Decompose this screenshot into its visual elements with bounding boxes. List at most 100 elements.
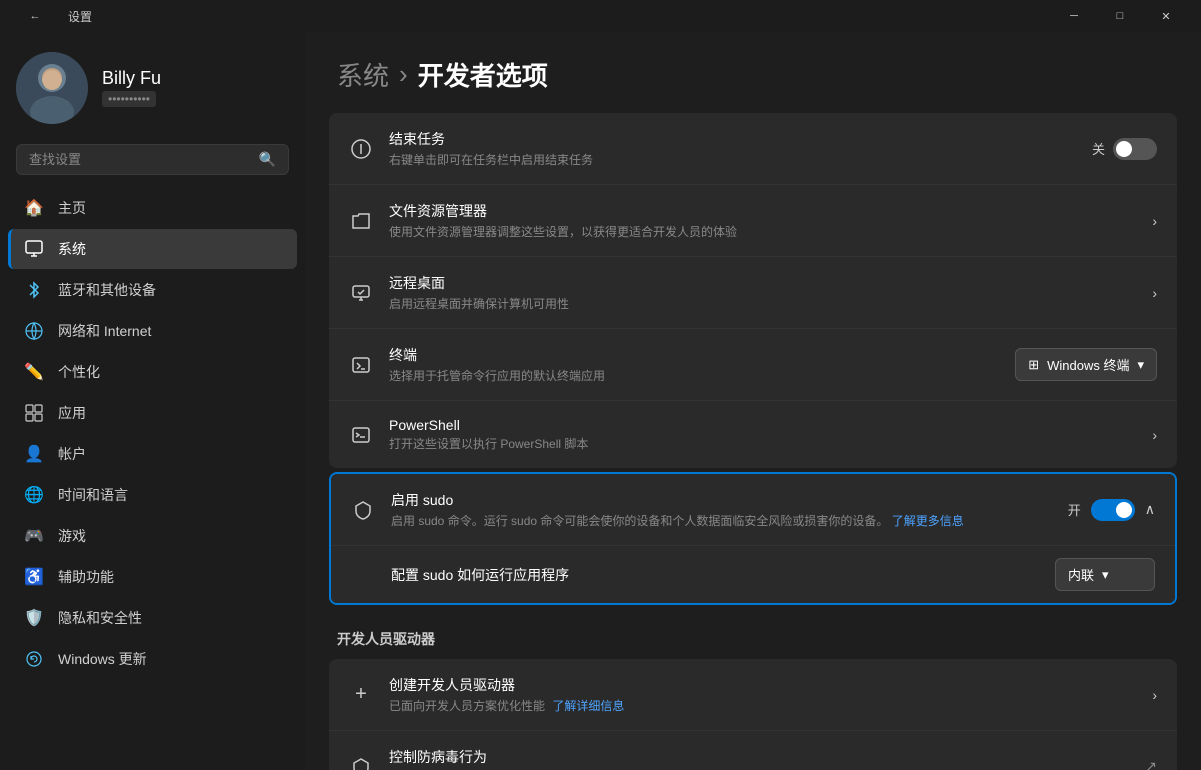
create-dev-drive-row[interactable]: + 创建开发人员驱动器 已面向开发人员方案优化性能 了解详细信息 › <box>329 659 1177 731</box>
end-task-row[interactable]: 结束任务 右键单击即可在任务栏中启用结束任务 关 <box>329 113 1177 185</box>
terminal-row[interactable]: 终端 选择用于托管命令行应用的默认终端应用 ⊞ Windows 终端 ▾ <box>329 329 1177 401</box>
sidebar-item-label: 时间和语言 <box>58 485 128 505</box>
end-task-title: 结束任务 <box>389 129 1076 149</box>
antivirus-row[interactable]: 控制防病毒行为 控制所有受信任开发者驱动器上的 Microsoft Defend… <box>329 731 1177 770</box>
sidebar-item-personalization[interactable]: ✏️ 个性化 <box>8 352 297 392</box>
search-input[interactable] <box>29 152 251 167</box>
apps-icon <box>24 403 44 423</box>
back-button[interactable]: ← <box>12 0 58 32</box>
sidebar-item-label: 蓝牙和其他设备 <box>58 280 156 300</box>
remote-desktop-subtitle: 启用远程桌面并确保计算机可用性 <box>389 295 1136 312</box>
time-icon: 🌐 <box>24 485 44 505</box>
system-icon <box>24 239 44 259</box>
accessibility-icon: ♿ <box>24 567 44 587</box>
remote-desktop-icon <box>349 281 373 305</box>
maximize-button[interactable]: □ <box>1097 0 1143 32</box>
sidebar-item-label: 网络和 Internet <box>58 321 151 341</box>
sidebar-item-bluetooth[interactable]: 蓝牙和其他设备 <box>8 270 297 310</box>
sidebar-item-gaming[interactable]: 🎮 游戏 <box>8 516 297 556</box>
create-dev-drive-link[interactable]: 了解详细信息 <box>552 699 624 713</box>
user-subtitle: •••••••••• <box>102 91 156 107</box>
sidebar-item-label: 帐户 <box>58 444 86 464</box>
user-info: Billy Fu •••••••••• <box>102 68 161 108</box>
sidebar-item-label: 辅助功能 <box>58 567 114 587</box>
sudo-toggle[interactable] <box>1091 499 1135 521</box>
sidebar-item-network[interactable]: 网络和 Internet <box>8 311 297 351</box>
powershell-action: › <box>1152 427 1157 443</box>
end-task-icon <box>349 137 373 161</box>
chevron-right-icon: › <box>1152 427 1157 443</box>
terminal-text: 终端 选择用于托管命令行应用的默认终端应用 <box>389 345 999 384</box>
sidebar-item-label: 应用 <box>58 403 86 423</box>
antivirus-icon <box>349 755 373 770</box>
end-task-subtitle: 右键单击即可在任务栏中启用结束任务 <box>389 151 1076 168</box>
sudo-subtitle: 启用 sudo 命令。运行 sudo 命令可能会使你的设备和个人数据面临安全风险… <box>391 512 1052 529</box>
sudo-text: 启用 sudo 启用 sudo 命令。运行 sudo 命令可能会使你的设备和个人… <box>391 490 1052 529</box>
end-task-toggle-label: 关 <box>1092 139 1105 158</box>
create-dev-drive-subtitle: 已面向开发人员方案优化性能 了解详细信息 <box>389 697 1136 714</box>
breadcrumb: 系统 › 开发者选项 <box>305 32 1201 113</box>
accounts-icon: 👤 <box>24 444 44 464</box>
close-button[interactable]: ✕ <box>1143 0 1189 32</box>
powershell-text: PowerShell 打开这些设置以执行 PowerShell 脚本 <box>389 417 1136 452</box>
chevron-right-icon: › <box>1152 285 1157 301</box>
terminal-icon <box>349 353 373 377</box>
sudo-main-row[interactable]: 启用 sudo 启用 sudo 命令。运行 sudo 命令可能会使你的设备和个人… <box>331 474 1175 546</box>
terminal-dropdown[interactable]: ⊞ Windows 终端 ▾ <box>1015 348 1157 381</box>
create-dev-drive-icon: + <box>349 683 373 707</box>
toggle-thumb <box>1116 502 1132 518</box>
gaming-icon: 🎮 <box>24 526 44 546</box>
chevron-right-icon: › <box>1152 687 1157 703</box>
create-dev-drive-title: 创建开发人员驱动器 <box>389 675 1136 695</box>
privacy-icon: 🛡️ <box>24 608 44 628</box>
remote-desktop-title: 远程桌面 <box>389 273 1136 293</box>
titlebar-title: 设置 <box>68 8 92 25</box>
sudo-action: 开 ∧ <box>1068 499 1155 521</box>
create-dev-drive-text: 创建开发人员驱动器 已面向开发人员方案优化性能 了解详细信息 <box>389 675 1136 714</box>
sidebar-item-apps[interactable]: 应用 <box>8 393 297 433</box>
content-area: 系统 › 开发者选项 结束任务 右键单击即可在任务栏中启用结束任务 关 <box>305 32 1201 770</box>
sidebar-item-label: 系统 <box>58 239 86 259</box>
search-icon: 🔍 <box>259 151 276 168</box>
sudo-learn-more-link[interactable]: 了解更多信息 <box>892 514 964 528</box>
end-task-action: 关 <box>1092 138 1157 160</box>
antivirus-text: 控制防病毒行为 控制所有受信任开发者驱动器上的 Microsoft Defend… <box>389 747 1129 770</box>
avatar <box>16 52 88 124</box>
sudo-config-dropdown-value: 内联 <box>1068 565 1094 584</box>
powershell-subtitle: 打开这些设置以执行 PowerShell 脚本 <box>389 435 1136 452</box>
file-explorer-row[interactable]: 文件资源管理器 使用文件资源管理器调整这些设置，以获得更适合开发人员的体验 › <box>329 185 1177 257</box>
terminal-action[interactable]: ⊞ Windows 终端 ▾ <box>1015 348 1157 381</box>
powershell-icon <box>349 423 373 447</box>
developer-drivers-card: + 创建开发人员驱动器 已面向开发人员方案优化性能 了解详细信息 › <box>329 659 1177 770</box>
settings-card-main: 结束任务 右键单击即可在任务栏中启用结束任务 关 <box>329 113 1177 468</box>
sidebar-nav: 🏠 主页 系统 蓝牙和其他设备 <box>0 187 305 680</box>
search-box[interactable]: 🔍 <box>16 144 289 175</box>
chevron-right-icon: › <box>1152 213 1157 229</box>
sudo-section: 启用 sudo 启用 sudo 命令。运行 sudo 命令可能会使你的设备和个人… <box>329 472 1177 605</box>
powershell-row[interactable]: PowerShell 打开这些设置以执行 PowerShell 脚本 › <box>329 401 1177 468</box>
home-icon: 🏠 <box>24 198 44 218</box>
sudo-icon <box>351 498 375 522</box>
developer-drivers-section-header: 开发人员驱动器 <box>305 609 1201 659</box>
titlebar-controls: ─ □ ✕ <box>1051 0 1189 32</box>
end-task-toggle[interactable] <box>1113 138 1157 160</box>
sidebar-item-time[interactable]: 🌐 时间和语言 <box>8 475 297 515</box>
remote-desktop-row[interactable]: 远程桌面 启用远程桌面并确保计算机可用性 › <box>329 257 1177 329</box>
sidebar-item-privacy[interactable]: 🛡️ 隐私和安全性 <box>8 598 297 638</box>
external-link-icon: ↗ <box>1145 758 1157 770</box>
sidebar-item-label: Windows 更新 <box>58 649 147 669</box>
minimize-button[interactable]: ─ <box>1051 0 1097 32</box>
dropdown-arrow-icon: ▾ <box>1102 567 1109 583</box>
user-profile[interactable]: Billy Fu •••••••••• <box>0 32 305 140</box>
terminal-title: 终端 <box>389 345 999 365</box>
sidebar-item-label: 个性化 <box>58 362 100 382</box>
create-dev-drive-action: › <box>1152 687 1157 703</box>
sudo-config-dropdown[interactable]: 内联 ▾ <box>1055 558 1155 591</box>
sidebar-item-home[interactable]: 🏠 主页 <box>8 188 297 228</box>
sidebar-item-accounts[interactable]: 👤 帐户 <box>8 434 297 474</box>
sidebar-item-windows-update[interactable]: Windows 更新 <box>8 639 297 679</box>
sidebar-item-accessibility[interactable]: ♿ 辅助功能 <box>8 557 297 597</box>
remote-desktop-text: 远程桌面 启用远程桌面并确保计算机可用性 <box>389 273 1136 312</box>
powershell-title: PowerShell <box>389 417 1136 433</box>
sidebar-item-system[interactable]: 系统 <box>8 229 297 269</box>
